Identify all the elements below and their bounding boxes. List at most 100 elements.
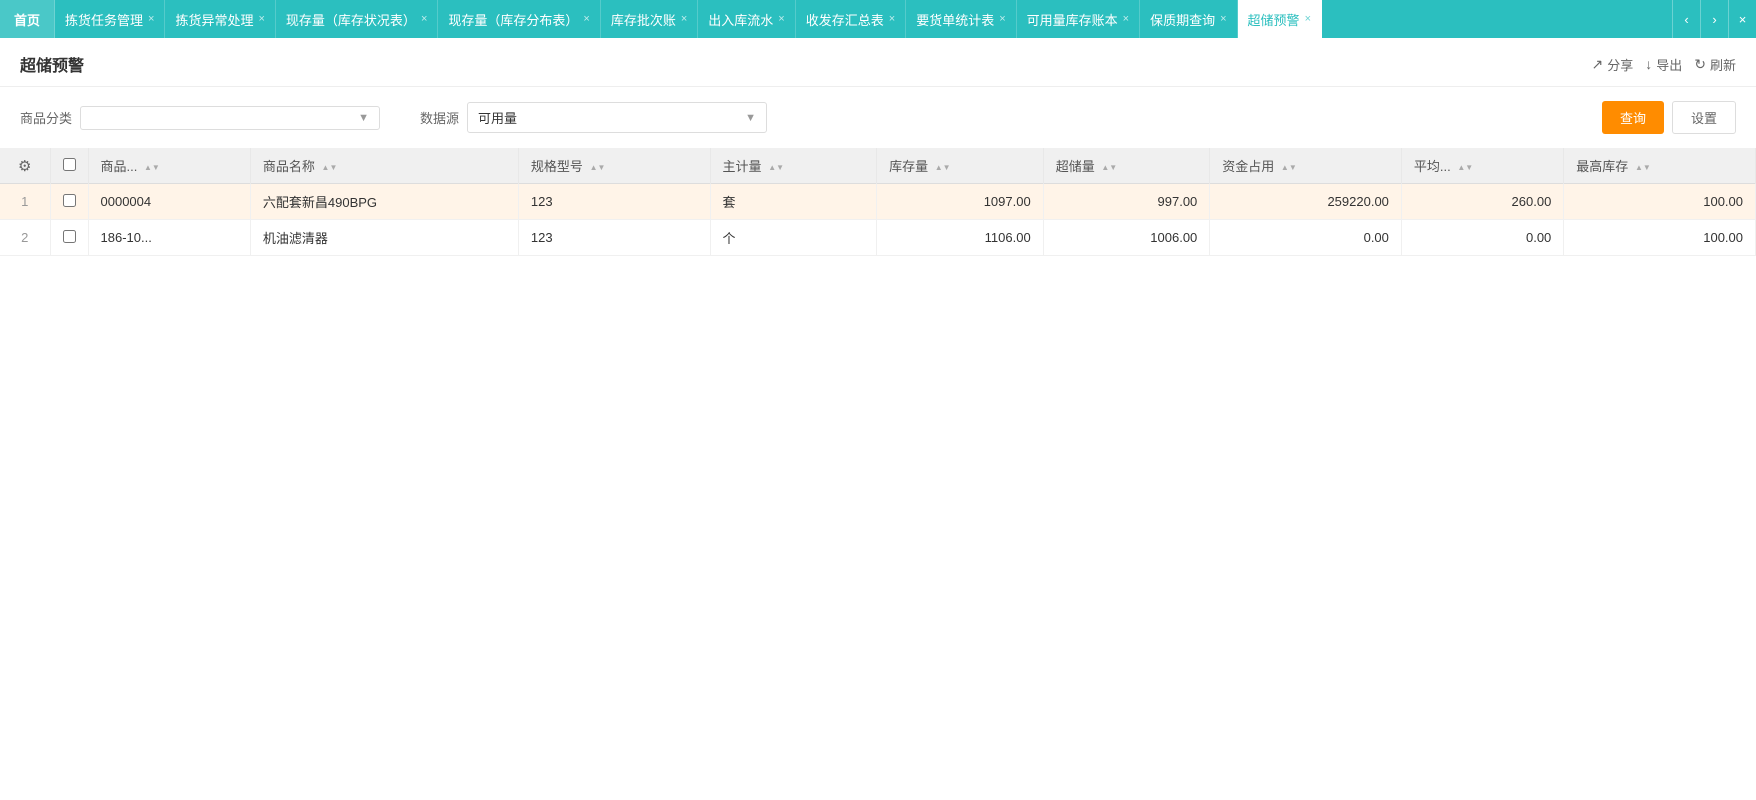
row-name: 六配套新昌490BPG — [250, 184, 518, 220]
page-title: 超储预警 — [20, 52, 84, 76]
row-overstock: 1006.00 — [1043, 220, 1210, 256]
sort-icon: ▲▼ — [1101, 164, 1117, 172]
refresh-icon: ↻ — [1694, 56, 1706, 73]
row-maxstock: 100.00 — [1564, 220, 1756, 256]
row-stock: 1097.00 — [877, 184, 1044, 220]
close-icon[interactable]: × — [1123, 13, 1129, 25]
col-stock-header: 库存量 ▲▼ — [877, 148, 1044, 184]
col-maxstock-header: 最高库存 ▲▼ — [1564, 148, 1756, 184]
close-icon[interactable]: × — [1220, 13, 1226, 25]
col-overstock-header: 超储量 ▲▼ — [1043, 148, 1210, 184]
export-button[interactable]: ↓ 导出 — [1645, 55, 1682, 74]
row-code: 0000004 — [88, 184, 250, 220]
table-container: ⚙ 商品... ▲▼ 商品名称 ▲▼ 规格型号 ▲▼ — [0, 148, 1756, 256]
refresh-button[interactable]: ↻ 刷新 — [1694, 55, 1736, 74]
row-unit: 个 — [710, 220, 877, 256]
nav-arrows: ‹ › × — [1672, 0, 1756, 38]
row-spec: 123 — [518, 184, 710, 220]
nav-arrow-left[interactable]: ‹ — [1672, 0, 1700, 38]
sort-icon: ▲▼ — [1635, 164, 1651, 172]
category-label: 商品分类 — [20, 108, 72, 127]
close-icon[interactable]: × — [258, 13, 264, 25]
settings-gear-icon[interactable]: ⚙ — [18, 158, 31, 175]
nav-item-8[interactable]: 可用量库存账本 × — [1017, 0, 1140, 38]
top-navigation: 首页 拣货任务管理 × 拣货异常处理 × 现存量（库存状况表） × 现存量（库存… — [0, 0, 1756, 38]
close-icon[interactable]: × — [421, 13, 427, 25]
datasource-select-value: 可用量 — [478, 108, 517, 127]
table-row: 1 0000004 六配套新昌490BPG 123 套 1097.00 997.… — [0, 184, 1756, 220]
col-capital-header: 资金占用 ▲▼ — [1210, 148, 1402, 184]
row-avg: 0.00 — [1401, 220, 1563, 256]
chevron-down-icon: ▼ — [745, 112, 756, 124]
sort-icon: ▲▼ — [1281, 164, 1297, 172]
close-icon[interactable]: × — [583, 13, 589, 25]
row-checkbox[interactable] — [63, 230, 76, 243]
nav-item-5[interactable]: 出入库流水 × — [698, 0, 795, 38]
close-icon[interactable]: × — [681, 13, 687, 25]
close-icon[interactable]: × — [889, 13, 895, 25]
sort-icon: ▲▼ — [590, 164, 606, 172]
row-checkbox-cell — [50, 184, 88, 220]
select-all-checkbox[interactable] — [63, 158, 76, 171]
row-overstock: 997.00 — [1043, 184, 1210, 220]
row-index: 2 — [0, 220, 50, 256]
row-maxstock: 100.00 — [1564, 184, 1756, 220]
sort-icon: ▲▼ — [935, 164, 951, 172]
col-unit-header: 主计量 ▲▼ — [710, 148, 877, 184]
row-name: 机油滤清器 — [250, 220, 518, 256]
chevron-down-icon: ▼ — [358, 112, 369, 124]
nav-item-3[interactable]: 现存量（库存分布表） × — [438, 0, 600, 38]
filter-buttons: 查询 设置 — [1602, 101, 1736, 134]
nav-item-9[interactable]: 保质期查询 × — [1140, 0, 1237, 38]
nav-item-1[interactable]: 拣货异常处理 × — [165, 0, 275, 38]
main-content: 超储预警 ↗ 分享 ↓ 导出 ↻ 刷新 商品分类 ▼ 数据源 — [0, 38, 1756, 800]
sort-icon: ▲▼ — [1457, 164, 1473, 172]
row-spec: 123 — [518, 220, 710, 256]
nav-item-4[interactable]: 库存批次账 × — [601, 0, 698, 38]
row-index: 1 — [0, 184, 50, 220]
row-code: 186-10... — [88, 220, 250, 256]
filter-row: 商品分类 ▼ 数据源 可用量 ▼ 查询 设置 — [0, 87, 1756, 148]
sort-icon: ▲▼ — [144, 164, 160, 172]
col-spec-header: 规格型号 ▲▼ — [518, 148, 710, 184]
nav-item-2[interactable]: 现存量（库存状况表） × — [276, 0, 438, 38]
col-name-header: 商品名称 ▲▼ — [250, 148, 518, 184]
row-stock: 1106.00 — [877, 220, 1044, 256]
close-icon[interactable]: × — [778, 13, 784, 25]
col-gear-header: ⚙ — [0, 148, 50, 184]
settings-button[interactable]: 设置 — [1672, 101, 1736, 134]
table-header-row: ⚙ 商品... ▲▼ 商品名称 ▲▼ 规格型号 ▲▼ — [0, 148, 1756, 184]
table-body: 1 0000004 六配套新昌490BPG 123 套 1097.00 997.… — [0, 184, 1756, 256]
export-icon: ↓ — [1645, 56, 1652, 72]
close-icon[interactable]: × — [1305, 13, 1311, 25]
nav-item-0[interactable]: 拣货任务管理 × — [55, 0, 165, 38]
header-actions: ↗ 分享 ↓ 导出 ↻ 刷新 — [1591, 55, 1736, 74]
row-checkbox[interactable] — [63, 194, 76, 207]
category-select[interactable]: ▼ — [80, 106, 380, 130]
table-row: 2 186-10... 机油滤清器 123 个 1106.00 1006.00 … — [0, 220, 1756, 256]
sort-icon: ▲▼ — [322, 164, 338, 172]
nav-close-btn[interactable]: × — [1728, 0, 1756, 38]
share-icon: ↗ — [1591, 56, 1603, 73]
nav-home[interactable]: 首页 — [0, 0, 55, 38]
col-checkbox-header — [50, 148, 88, 184]
col-avg-header: 平均... ▲▼ — [1401, 148, 1563, 184]
sort-icon: ▲▼ — [768, 164, 784, 172]
col-code-header: 商品... ▲▼ — [88, 148, 250, 184]
category-filter: 商品分类 ▼ — [20, 106, 380, 130]
datasource-select[interactable]: 可用量 ▼ — [467, 102, 767, 133]
row-unit: 套 — [710, 184, 877, 220]
query-button[interactable]: 查询 — [1602, 101, 1664, 134]
close-icon[interactable]: × — [148, 13, 154, 25]
datasource-filter: 数据源 可用量 ▼ — [420, 102, 767, 133]
row-capital: 259220.00 — [1210, 184, 1402, 220]
page-header: 超储预警 ↗ 分享 ↓ 导出 ↻ 刷新 — [0, 38, 1756, 87]
share-button[interactable]: ↗ 分享 — [1591, 55, 1633, 74]
nav-item-10[interactable]: 超储预警 × — [1238, 0, 1322, 38]
nav-item-6[interactable]: 收发存汇总表 × — [796, 0, 906, 38]
nav-arrow-right[interactable]: › — [1700, 0, 1728, 38]
close-icon[interactable]: × — [999, 13, 1005, 25]
row-capital: 0.00 — [1210, 220, 1402, 256]
row-checkbox-cell — [50, 220, 88, 256]
nav-item-7[interactable]: 要货单统计表 × — [906, 0, 1016, 38]
